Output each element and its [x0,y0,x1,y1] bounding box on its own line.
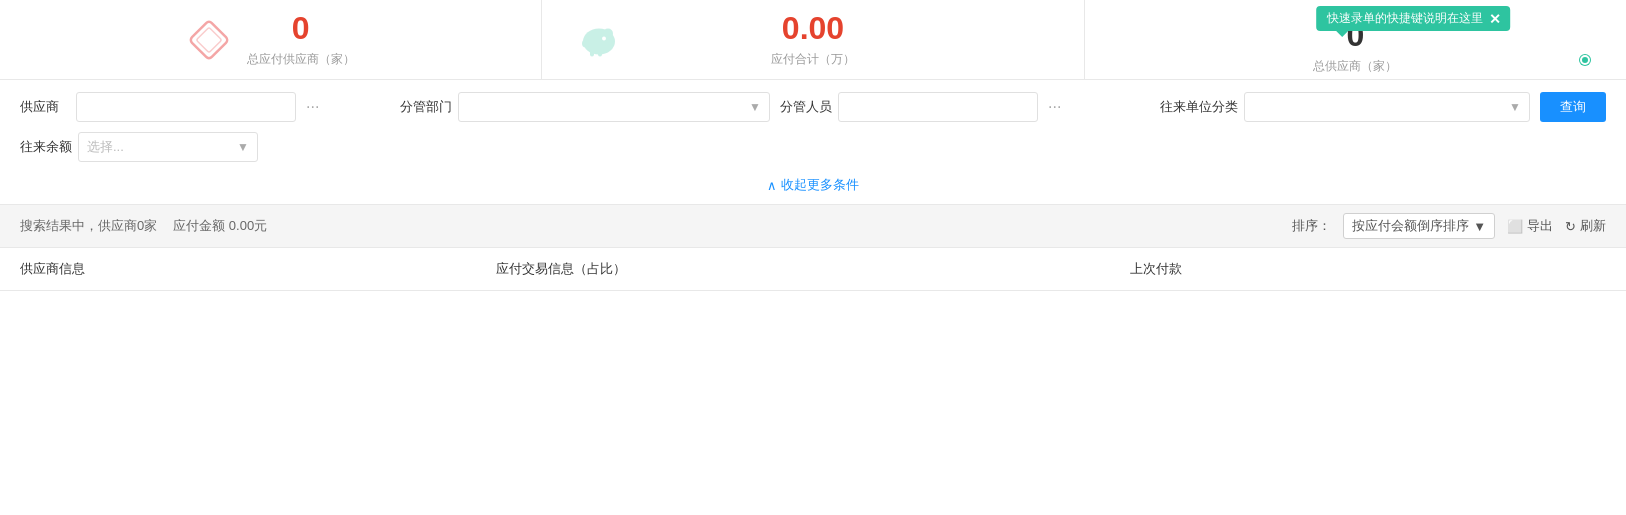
query-button[interactable]: 查询 [1540,92,1606,122]
diamond-icon [187,18,231,62]
payable-suppliers-label: 总应付供应商（家） [247,51,355,68]
total-suppliers-label: 总供应商（家） [1313,58,1397,75]
balance-placeholder: 选择... [87,138,124,156]
tooltip-bubble[interactable]: 快速录单的快捷键说明在这里 ✕ [1317,6,1511,31]
stat-total-payable-amount: 0.00 应付合计（万） [542,0,1084,79]
refresh-label: 刷新 [1580,217,1606,235]
supplier-label: 供应商 [20,98,70,116]
payable-amount-label: 应付合计（万） [771,51,855,68]
sort-label: 排序： [1292,217,1331,235]
unit-class-label: 往来单位分类 [1160,98,1238,116]
supplier-filter: 供应商 ··· [20,92,390,122]
sort-select[interactable]: 按应付会额倒序排序 ▼ [1343,213,1495,239]
person-label: 分管人员 [780,98,832,116]
balance-chevron-icon: ▼ [237,140,249,154]
table-header: 供应商信息 应付交易信息（占比） 上次付款 [0,248,1626,291]
svg-point-6 [582,39,590,47]
refresh-button[interactable]: ↻ 刷新 [1565,217,1606,235]
svg-rect-1 [196,27,221,52]
result-summary: 搜索结果中，供应商0家 应付金额 0.00元 [20,217,267,235]
stats-bar: 0 总应付供应商（家） 0.00 应付合计（万） 快速录单的快捷键说明在这里 [0,0,1626,80]
payable-suppliers-number: 0 [292,11,310,46]
export-button[interactable]: ⬜ 导出 [1507,217,1553,235]
result-bar: 搜索结果中，供应商0家 应付金额 0.00元 排序： 按应付会额倒序排序 ▼ ⬜… [0,205,1626,248]
result-count: 搜索结果中，供应商0家 [20,217,157,235]
tooltip-text: 快速录单的快捷键说明在这里 [1327,10,1483,27]
search-filter-area: 供应商 ··· 分管部门 ▼ 分管人员 ··· 往来单位分类 ▼ [0,80,1626,205]
stat-total-payable-suppliers: 0 总应付供应商（家） [0,0,542,79]
result-actions: 排序： 按应付会额倒序排序 ▼ ⬜ 导出 ↻ 刷新 [1292,213,1606,239]
payable-amount-number: 0.00 [782,11,844,46]
unit-class-select[interactable]: ▼ [1244,92,1530,122]
col-payment-header: 上次付款 [1130,260,1606,278]
person-input[interactable] [838,92,1038,122]
balance-select[interactable]: 选择... ▼ [78,132,258,162]
dept-select[interactable]: ▼ [458,92,770,122]
dept-filter: 分管部门 ▼ [400,92,770,122]
filter-row-1: 供应商 ··· 分管部门 ▼ 分管人员 ··· 往来单位分类 ▼ [20,92,1606,122]
col-supplier-header: 供应商信息 [20,260,496,278]
svg-point-7 [602,36,606,40]
unit-class-chevron-icon: ▼ [1509,100,1521,114]
result-amount: 应付金额 0.00元 [173,217,267,235]
sort-option: 按应付会额倒序排序 [1352,217,1469,235]
collapse-button[interactable]: ∧ 收起更多条件 [767,176,859,194]
collapse-label: 收起更多条件 [781,176,859,194]
unit-class-filter: 往来单位分类 ▼ [1160,92,1530,122]
person-filter: 分管人员 ··· [780,92,1150,122]
dept-chevron-icon: ▼ [749,100,761,114]
dept-label: 分管部门 [400,98,452,116]
tooltip-dot [1580,55,1590,65]
export-label: 导出 [1527,217,1553,235]
refresh-icon: ↻ [1565,219,1576,234]
sort-chevron-icon: ▼ [1473,219,1486,234]
collapse-bar: ∧ 收起更多条件 [20,170,1606,204]
col-transaction-header: 应付交易信息（占比） [496,260,1130,278]
person-dots[interactable]: ··· [1044,96,1065,118]
svg-rect-4 [590,49,594,56]
stat-total-suppliers: 快速录单的快捷键说明在这里 ✕ 0 总供应商（家） [1085,0,1626,79]
collapse-up-icon: ∧ [767,178,777,193]
filter-row-2: 往来余额 选择... ▼ [20,132,1606,162]
supplier-dots[interactable]: ··· [302,96,323,118]
svg-rect-0 [189,20,229,60]
balance-label: 往来余额 [20,138,72,156]
table-empty-area [0,291,1626,515]
tooltip-close-icon[interactable]: ✕ [1489,11,1501,27]
supplier-input[interactable] [76,92,296,122]
export-icon: ⬜ [1507,219,1523,234]
svg-rect-5 [598,49,602,56]
